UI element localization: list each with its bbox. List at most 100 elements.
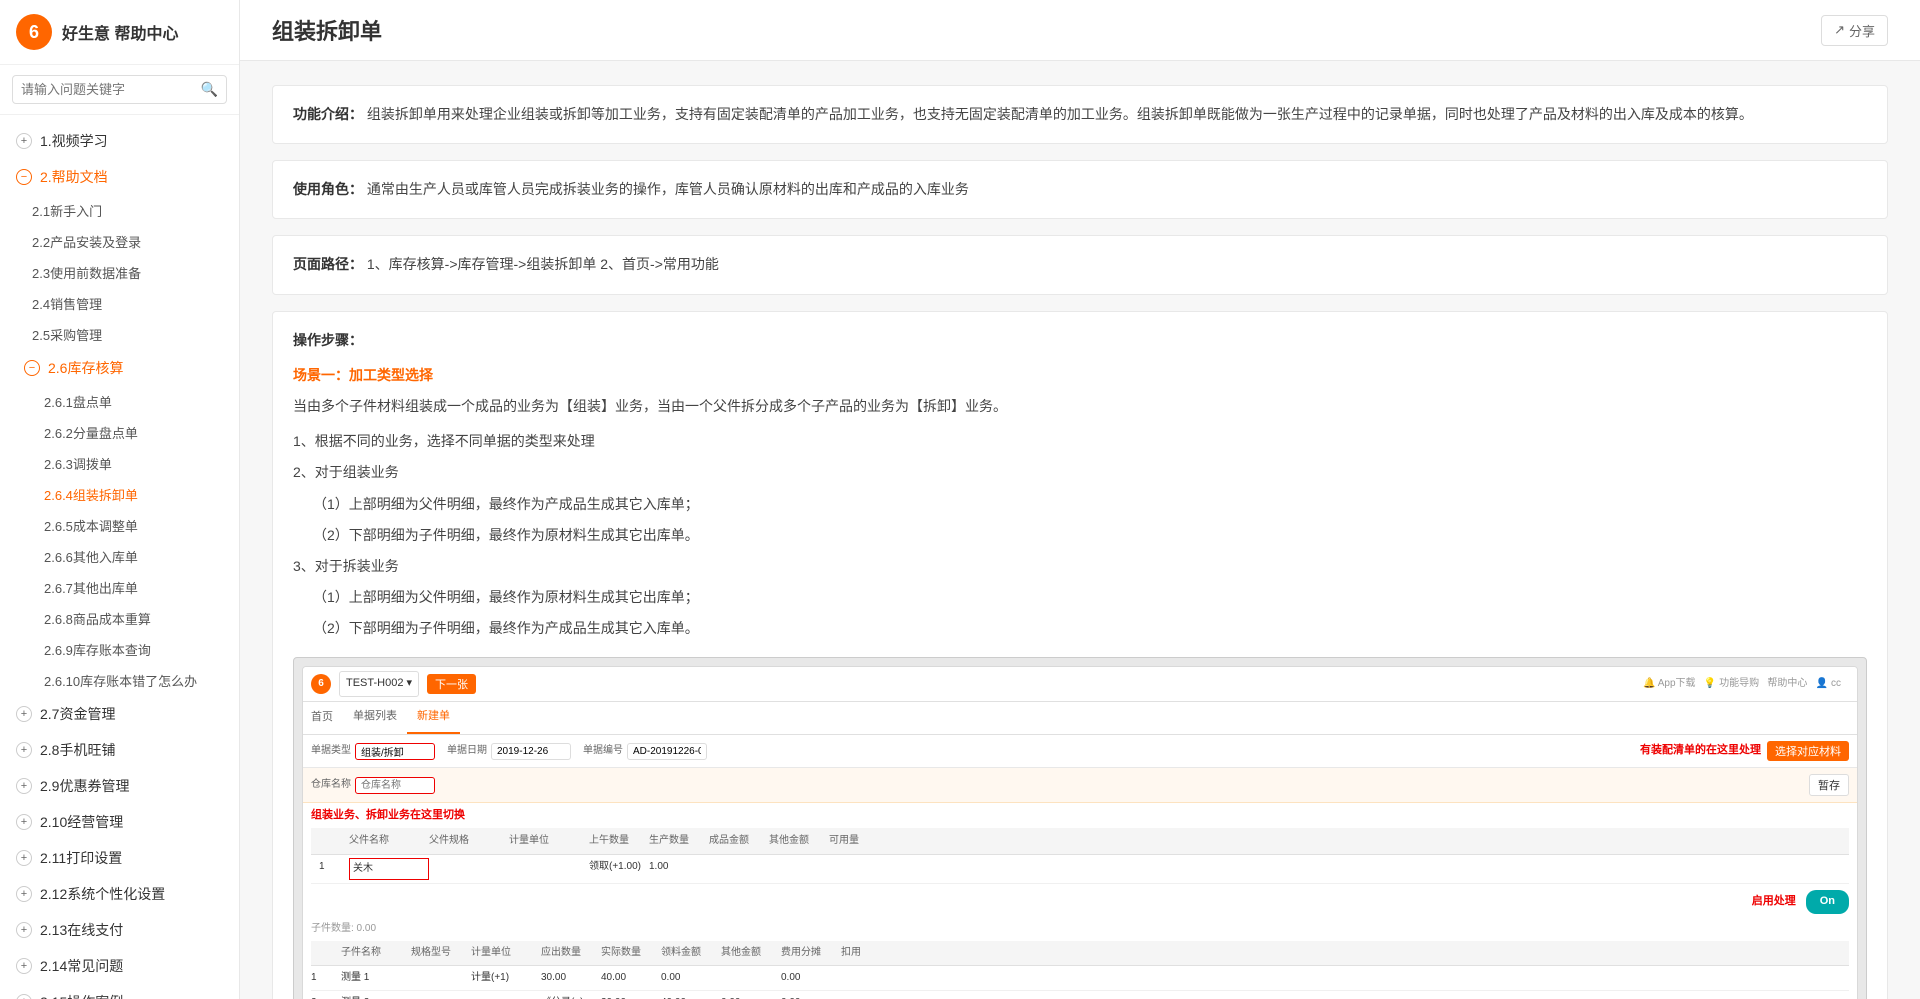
role-label: 使用角色： <box>293 181 363 197</box>
org-value: TEST-H002 <box>346 677 403 689</box>
id-input[interactable] <box>627 743 707 760</box>
nav-label-2-15: 2.15操作案例 <box>40 992 123 999</box>
nav-item-2-6-1[interactable]: 2.6.1盘点单 <box>44 386 239 417</box>
expand-icon-2-14: + <box>16 958 32 974</box>
ann3-label: 组装业务、拆卸业务在这里切换 <box>311 806 465 826</box>
upper-table-area: 父件名称 父件规格 计量单位 上午数量 生产数量 成品金额 其他金额 可用量 1 <box>303 828 1857 888</box>
ann4-label: 启用处理 <box>1752 892 1796 912</box>
nav-item-2-12[interactable]: + 2.12系统个性化设置 <box>0 876 239 912</box>
search-input-wrap[interactable]: 🔍 <box>12 75 227 104</box>
nav-children-2-6: 2.6.1盘点单 2.6.2分量盘点单 2.6.3调拨单 2.6.4组装拆卸单 … <box>32 386 239 696</box>
func-intro-text: 组装拆卸单用来处理企业组装或拆卸等加工业务，支持有固定装配清单的产品加工业务，也… <box>367 106 1753 122</box>
date-field: 单据日期 <box>447 742 571 760</box>
main-content: 组装拆卸单 ↗ 分享 功能介绍： 组装拆卸单用来处理企业组装或拆卸等加工业务，支… <box>240 0 1920 999</box>
nav-item-2[interactable]: − 2.帮助文档 <box>0 159 239 195</box>
nav-label-2-7: 2.7资金管理 <box>40 704 115 724</box>
type-label: 单据类型 <box>311 742 351 760</box>
expand-icon-1: + <box>16 133 32 149</box>
search-icon[interactable]: 🔍 <box>201 81 218 98</box>
lower-table-area: 子件数量: 0.00 子件名称 规格型号 计量单位 应出数量 实际数量 领料金额… <box>303 916 1857 999</box>
op-steps-card: 操作步骤： 场景一：加工类型选择 当由多个子件材料组装成一个成品的业务为【组装】… <box>272 311 1888 999</box>
path-text: 1、库存核算->库存管理->组装拆卸单 2、首页->常用功能 <box>367 256 719 272</box>
app-tab-list[interactable]: 单据列表 <box>343 702 407 734</box>
lower-table-header: 子件名称 规格型号 计量单位 应出数量 实际数量 领料金额 其他金额 费用分摊 … <box>311 941 1849 966</box>
nav-item-2-10[interactable]: + 2.10经营管理 <box>0 804 239 840</box>
ann2-btn[interactable]: 选择对应材料 <box>1767 741 1849 761</box>
nav-item-1[interactable]: + 1.视频学习 <box>0 123 239 159</box>
nav-item-2-11[interactable]: + 2.11打印设置 <box>0 840 239 876</box>
sidebar-logo: 6 好生意 帮助中心 <box>0 0 239 65</box>
nav-item-2-9[interactable]: + 2.9优惠券管理 <box>0 768 239 804</box>
role-card: 使用角色： 通常由生产人员或库管人员完成拆装业务的操作，库管人员确认原材料的出库… <box>272 160 1888 219</box>
nav-item-2-6-4[interactable]: 2.6.4组装拆卸单 <box>44 479 239 510</box>
logo-icon: 6 <box>16 14 52 50</box>
nav-item-2-8[interactable]: + 2.8手机旺铺 <box>0 732 239 768</box>
expand-icon-2-13: + <box>16 922 32 938</box>
upper-table-row-1: 1 关木 领取(+1.00) 1.00 <box>311 855 1849 884</box>
expand-icon-2-9: + <box>16 778 32 794</box>
nav-group-1: + 1.视频学习 <box>0 123 239 159</box>
nav-item-2-3[interactable]: 2.3使用前数据准备 <box>32 257 239 288</box>
main-header: 组装拆卸单 ↗ 分享 <box>240 0 1920 61</box>
nav-item-2-6-6[interactable]: 2.6.6其他入库单 <box>44 541 239 572</box>
expand-icon-2-8: + <box>16 742 32 758</box>
warehouse-field: 仓库名称 <box>311 776 435 794</box>
expand-icon-2-10: + <box>16 814 32 830</box>
date-input[interactable] <box>491 743 571 760</box>
nav-item-2-14[interactable]: + 2.14常见问题 <box>0 948 239 984</box>
page-title: 组装拆卸单 <box>272 14 382 46</box>
btn-next-step[interactable]: 下一张 <box>427 674 476 694</box>
save-draft-btn[interactable]: 暂存 <box>1809 774 1849 796</box>
step-1-3-1: （1）上部明细为父件明细，最终作为原材料生成其它出库单； <box>293 585 1867 610</box>
nav-item-2-6-10[interactable]: 2.6.10库存账本错了怎么办 <box>44 665 239 696</box>
step-1-2-1: （1）上部明细为父件明细，最终作为产成品生成其它入库单； <box>293 492 1867 517</box>
warehouse-input[interactable] <box>355 777 435 794</box>
nav-item-2-6-8[interactable]: 2.6.8商品成本重算 <box>44 603 239 634</box>
lower-table-row-2: 2 测量 2 《分录(+) 30.00 40.00 0.00 0.00 <box>311 991 1849 999</box>
nav-label-2-12: 2.12系统个性化设置 <box>40 884 165 904</box>
ann4-area: 启用处理 On <box>303 888 1857 916</box>
share-button[interactable]: ↗ 分享 <box>1821 15 1888 46</box>
app-form-area: 单据类型 单据日期 单据编号 <box>303 735 1857 768</box>
share-icon: ↗ <box>1834 22 1845 38</box>
step-1-2: 2、对于组装业务 <box>293 460 1867 485</box>
nav-label-1: 1.视频学习 <box>40 131 108 151</box>
app-tab-new[interactable]: 新建单 <box>407 702 460 734</box>
expand-icon-2-7: + <box>16 706 32 722</box>
nav-label-2-6: 2.6库存核算 <box>48 358 123 378</box>
nav-home[interactable]: 首页 <box>311 708 333 728</box>
expand-icon-2-15: + <box>16 994 32 999</box>
nav-children-2: 2.1新手入门 2.2产品安装及登录 2.3使用前数据准备 2.4销售管理 2.… <box>0 195 239 696</box>
func-intro-label: 功能介绍： <box>293 106 363 122</box>
topbar-mid: 下一张 <box>427 674 1635 694</box>
nav-item-2-1[interactable]: 2.1新手入门 <box>32 195 239 226</box>
nav-item-2-15[interactable]: + 2.15操作案例 <box>0 984 239 999</box>
org-select[interactable]: TEST-H002 ▾ <box>339 671 419 697</box>
lower-table-row-1: 1 测量 1 计量(+1) 30.00 40.00 0.00 0.00 <box>311 966 1849 991</box>
app-topbar: 6 TEST-H002 ▾ 下一张 🔔 App下载 💡 功能导购 帮助中心 👤 … <box>303 667 1857 702</box>
sidebar: 6 好生意 帮助中心 🔍 + 1.视频学习 − 2.帮助文档 2.1新手入门 2… <box>0 0 240 999</box>
op-steps: 1、根据不同的业务，选择不同单据的类型来处理 2、对于组装业务 （1）上部明细为… <box>293 429 1867 641</box>
step-1-1: 1、根据不同的业务，选择不同单据的类型来处理 <box>293 429 1867 454</box>
date-label: 单据日期 <box>447 742 487 760</box>
nav-label-2-13: 2.13在线支付 <box>40 920 123 940</box>
search-input[interactable] <box>21 82 201 97</box>
nav-item-2-6-5[interactable]: 2.6.5成本调整单 <box>44 510 239 541</box>
nav-item-2-5[interactable]: 2.5采购管理 <box>32 319 239 350</box>
nav-item-2-6-7[interactable]: 2.6.7其他出库单 <box>44 572 239 603</box>
nav-item-2-7[interactable]: + 2.7资金管理 <box>0 696 239 732</box>
nav-item-2-6-3[interactable]: 2.6.3调拨单 <box>44 448 239 479</box>
path-card: 页面路径： 1、库存核算->库存管理->组装拆卸单 2、首页->常用功能 <box>272 235 1888 294</box>
nav-item-2-6[interactable]: − 2.6库存核算 <box>24 350 239 386</box>
nav-item-2-6-9[interactable]: 2.6.9库存账本查询 <box>44 634 239 665</box>
nav-item-2-2[interactable]: 2.2产品安装及登录 <box>32 226 239 257</box>
type-input[interactable] <box>355 743 435 760</box>
path-label: 页面路径： <box>293 256 363 272</box>
on-toggle[interactable]: On <box>1806 890 1849 914</box>
nav-item-2-6-2[interactable]: 2.6.2分量盘点单 <box>44 417 239 448</box>
nav-group-2: − 2.帮助文档 2.1新手入门 2.2产品安装及登录 2.3使用前数据准备 2… <box>0 159 239 696</box>
step-1-3-2: （2）下部明细为子件明细，最终作为产成品生成其它入库单。 <box>293 616 1867 641</box>
nav-item-2-13[interactable]: + 2.13在线支付 <box>0 912 239 948</box>
nav-item-2-4[interactable]: 2.4销售管理 <box>32 288 239 319</box>
ann3-area: 组装业务、拆卸业务在这里切换 <box>303 803 1857 828</box>
